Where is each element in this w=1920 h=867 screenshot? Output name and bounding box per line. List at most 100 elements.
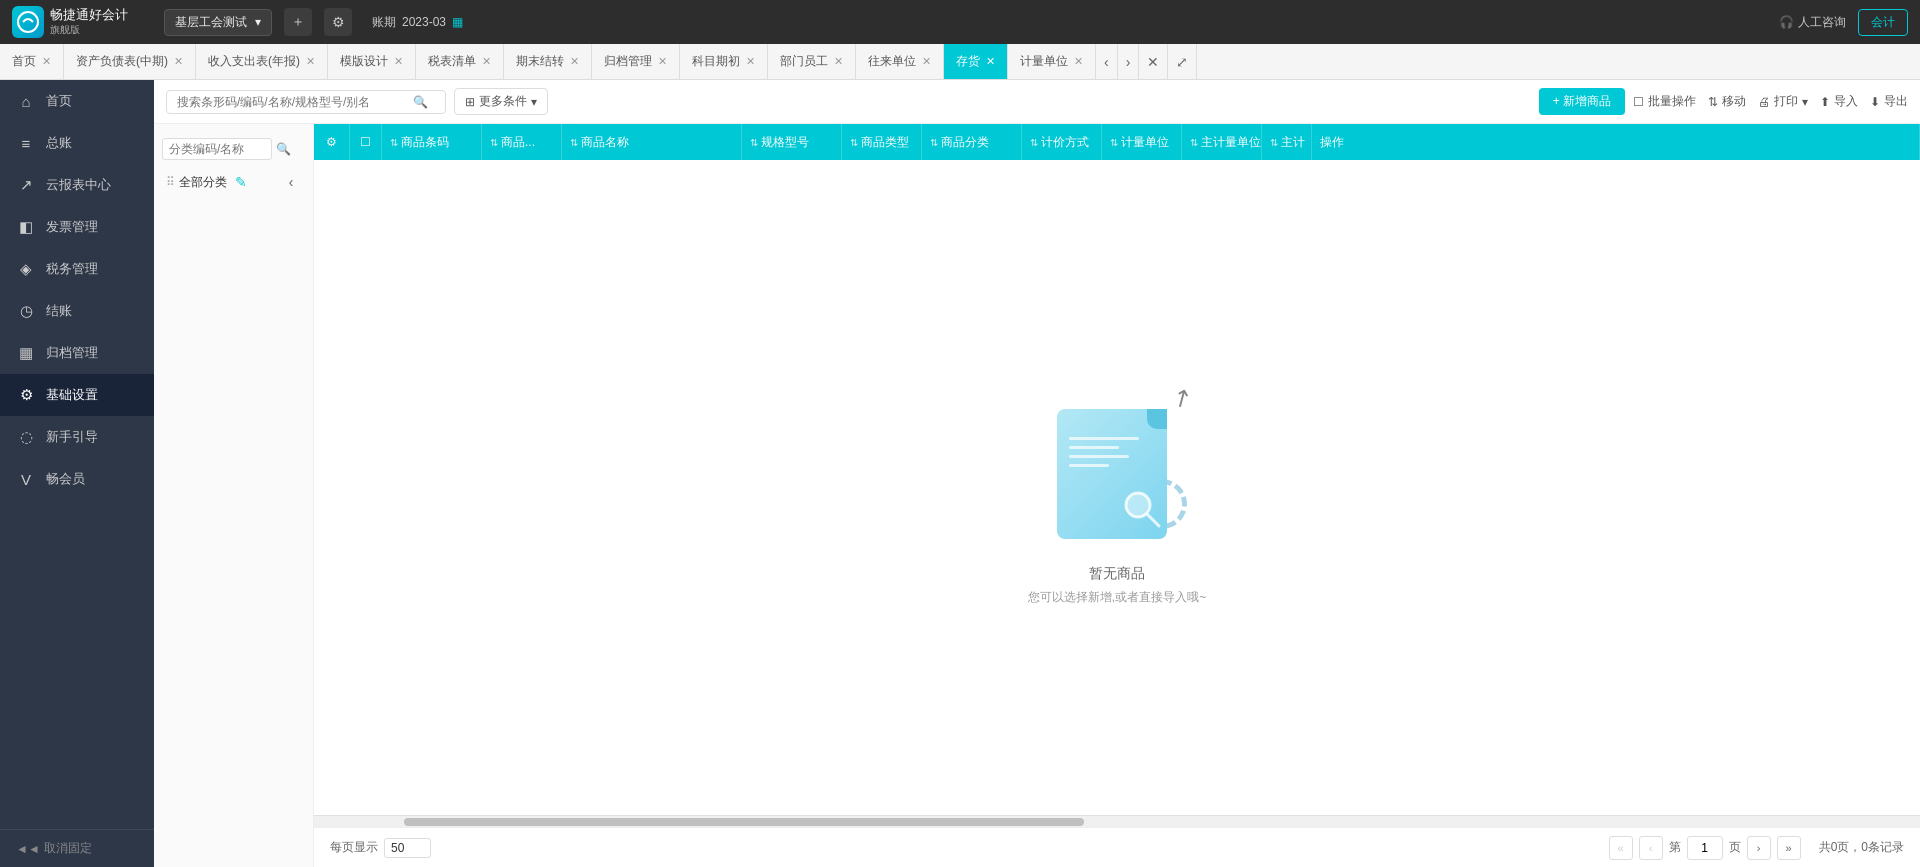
export-button[interactable]: ⬇ 导出 [1870, 93, 1908, 110]
tab-income[interactable]: 收入支出表(年报) ✕ [196, 44, 328, 80]
ledger-icon: ≡ [16, 135, 36, 152]
tab-home[interactable]: 首页 ✕ [0, 44, 64, 80]
th-unit[interactable]: ⇅ 计量单位 [1102, 124, 1182, 160]
sidebar-item-home[interactable]: ⌂ 首页 [0, 80, 154, 122]
sidebar-item-member[interactable]: V 畅会员 [0, 458, 154, 500]
tab-close-balance[interactable]: ✕ [174, 55, 183, 68]
tab-template[interactable]: 模版设计 ✕ [328, 44, 416, 80]
header-right: 🎧 人工咨询 会计 [1779, 9, 1908, 36]
category-search-input[interactable] [162, 138, 272, 160]
settings-icon-button[interactable]: ⚙ [324, 8, 352, 36]
sidebar-item-guide[interactable]: ◌ 新手引导 [0, 416, 154, 458]
batch-icon: ☐ [1633, 95, 1644, 109]
th-num[interactable]: ⇅ 主计 [1262, 124, 1312, 160]
tab-tax[interactable]: 税表清单 ✕ [416, 44, 504, 80]
dropdown-icon: ▾ [255, 15, 261, 29]
more-filter-button[interactable]: ⊞ 更多条件 ▾ [454, 88, 548, 115]
main-search-input[interactable] [177, 95, 407, 109]
tab-close-period-end[interactable]: ✕ [570, 55, 579, 68]
tab-close-home[interactable]: ✕ [42, 55, 51, 68]
page-number-input[interactable] [1687, 836, 1723, 860]
sidebar-item-settle[interactable]: ◷ 结账 [0, 290, 154, 332]
company-selector[interactable]: 基层工会测试 ▾ [164, 9, 272, 36]
tab-close-inventory[interactable]: ✕ [986, 55, 995, 68]
category-search-icon[interactable]: 🔍 [276, 142, 291, 156]
prev-page-button[interactable]: ‹ [1639, 836, 1663, 860]
sidebar-item-basic[interactable]: ⚙ 基础设置 [0, 374, 154, 416]
sidebar-item-report[interactable]: ↗ 云报表中心 [0, 164, 154, 206]
next-page-button[interactable]: › [1747, 836, 1771, 860]
tab-client[interactable]: 往来单位 ✕ [856, 44, 944, 80]
th-price[interactable]: ⇅ 计价方式 [1022, 124, 1102, 160]
import-button[interactable]: ⬆ 导入 [1820, 93, 1858, 110]
unpin-btn[interactable]: ◄◄ 取消固定 [0, 829, 154, 867]
settings-col-icon: ⚙ [326, 135, 337, 149]
sidebar-item-archive[interactable]: ▦ 归档管理 [0, 332, 154, 374]
content-toolbar: 🔍 ⊞ 更多条件 ▾ + 新增商品 ☐ 批量操作 ⇅ [154, 80, 1920, 124]
empty-title: 暂无商品 [1089, 565, 1145, 583]
sort-type-icon: ⇅ [850, 137, 858, 148]
tab-subject[interactable]: 科目期初 ✕ [680, 44, 768, 80]
tab-expand-btn[interactable]: ⤢ [1168, 44, 1197, 80]
tab-close-archive[interactable]: ✕ [658, 55, 667, 68]
tab-close-income[interactable]: ✕ [306, 55, 315, 68]
tab-close-template[interactable]: ✕ [394, 55, 403, 68]
th-settings[interactable]: ⚙ [314, 124, 350, 160]
member-icon: V [16, 471, 36, 488]
tab-unit[interactable]: 计量单位 ✕ [1008, 44, 1096, 80]
period-value: 2023-03 [402, 15, 446, 29]
th-spec[interactable]: ⇅ 规格型号 [742, 124, 842, 160]
horizontal-scrollbar[interactable] [314, 815, 1920, 827]
search-icon[interactable]: 🔍 [413, 95, 428, 109]
th-check[interactable]: ☐ [350, 124, 382, 160]
tab-department[interactable]: 部门员工 ✕ [768, 44, 856, 80]
add-tab-button[interactable]: ＋ [284, 8, 312, 36]
category-edit-icon[interactable]: ✎ [235, 174, 247, 190]
main-content: ⚙ ☐ ⇅ 商品条码 ⇅ 商品... ⇅ 商品名称 [314, 124, 1920, 867]
tab-prev-btn[interactable]: ‹ [1096, 44, 1118, 80]
add-product-button[interactable]: + 新增商品 [1539, 88, 1625, 115]
sidebar-item-ledger[interactable]: ≡ 总账 [0, 122, 154, 164]
move-button[interactable]: ⇅ 移动 [1708, 93, 1746, 110]
first-page-button[interactable]: « [1609, 836, 1633, 860]
tab-close-client[interactable]: ✕ [922, 55, 931, 68]
th-main-unit[interactable]: ⇅ 主计量单位 [1182, 124, 1262, 160]
tab-close-all-btn[interactable]: ✕ [1139, 44, 1168, 80]
category-all-item[interactable]: ⠿ 全部分类 ✎ ‹ [154, 166, 313, 198]
calendar-icon[interactable]: ▦ [452, 15, 463, 29]
tab-period-end[interactable]: 期末结转 ✕ [504, 44, 592, 80]
tab-archive[interactable]: 归档管理 ✕ [592, 44, 680, 80]
last-page-button[interactable]: » [1777, 836, 1801, 860]
export-icon: ⬇ [1870, 95, 1880, 109]
th-type[interactable]: ⇅ 商品类型 [842, 124, 922, 160]
category-grid-icon: ⠿ [166, 175, 175, 189]
scrollbar-thumb[interactable] [404, 818, 1084, 826]
category-collapse-btn[interactable]: ‹ [281, 172, 301, 192]
tab-close-subject[interactable]: ✕ [746, 55, 755, 68]
sidebar-item-invoice[interactable]: ◧ 发票管理 [0, 206, 154, 248]
tab-inventory[interactable]: 存货 ✕ [944, 44, 1008, 80]
tab-close-department[interactable]: ✕ [834, 55, 843, 68]
account-button[interactable]: 会计 [1858, 9, 1908, 36]
th-barcode[interactable]: ⇅ 商品条码 [382, 124, 482, 160]
sort-name-icon: ⇅ [570, 137, 578, 148]
headset-icon: 🎧 [1779, 15, 1794, 29]
tab-close-unit[interactable]: ✕ [1074, 55, 1083, 68]
th-code[interactable]: ⇅ 商品... [482, 124, 562, 160]
batch-op-button[interactable]: ☐ 批量操作 [1633, 93, 1696, 110]
tab-balance[interactable]: 资产负债表(中期) ✕ [64, 44, 196, 80]
th-category[interactable]: ⇅ 商品分类 [922, 124, 1022, 160]
toolbar-actions: ☐ 批量操作 ⇅ 移动 🖨 打印 ▾ ⬆ 导入 [1633, 93, 1908, 110]
per-page-select[interactable]: 20 50 100 [384, 838, 431, 858]
period-label: 账期 [372, 14, 396, 31]
sidebar-item-tax[interactable]: ◈ 税务管理 [0, 248, 154, 290]
tab-close-tax[interactable]: ✕ [482, 55, 491, 68]
print-icon: 🖨 [1758, 95, 1770, 109]
print-button[interactable]: 🖨 打印 ▾ [1758, 93, 1808, 110]
tab-next-btn[interactable]: › [1118, 44, 1140, 80]
empty-document-icon [1057, 409, 1167, 539]
th-name[interactable]: ⇅ 商品名称 [562, 124, 742, 160]
customer-service-btn[interactable]: 🎧 人工咨询 [1779, 14, 1846, 31]
sort-price-icon: ⇅ [1030, 137, 1038, 148]
invoice-icon: ◧ [16, 218, 36, 236]
